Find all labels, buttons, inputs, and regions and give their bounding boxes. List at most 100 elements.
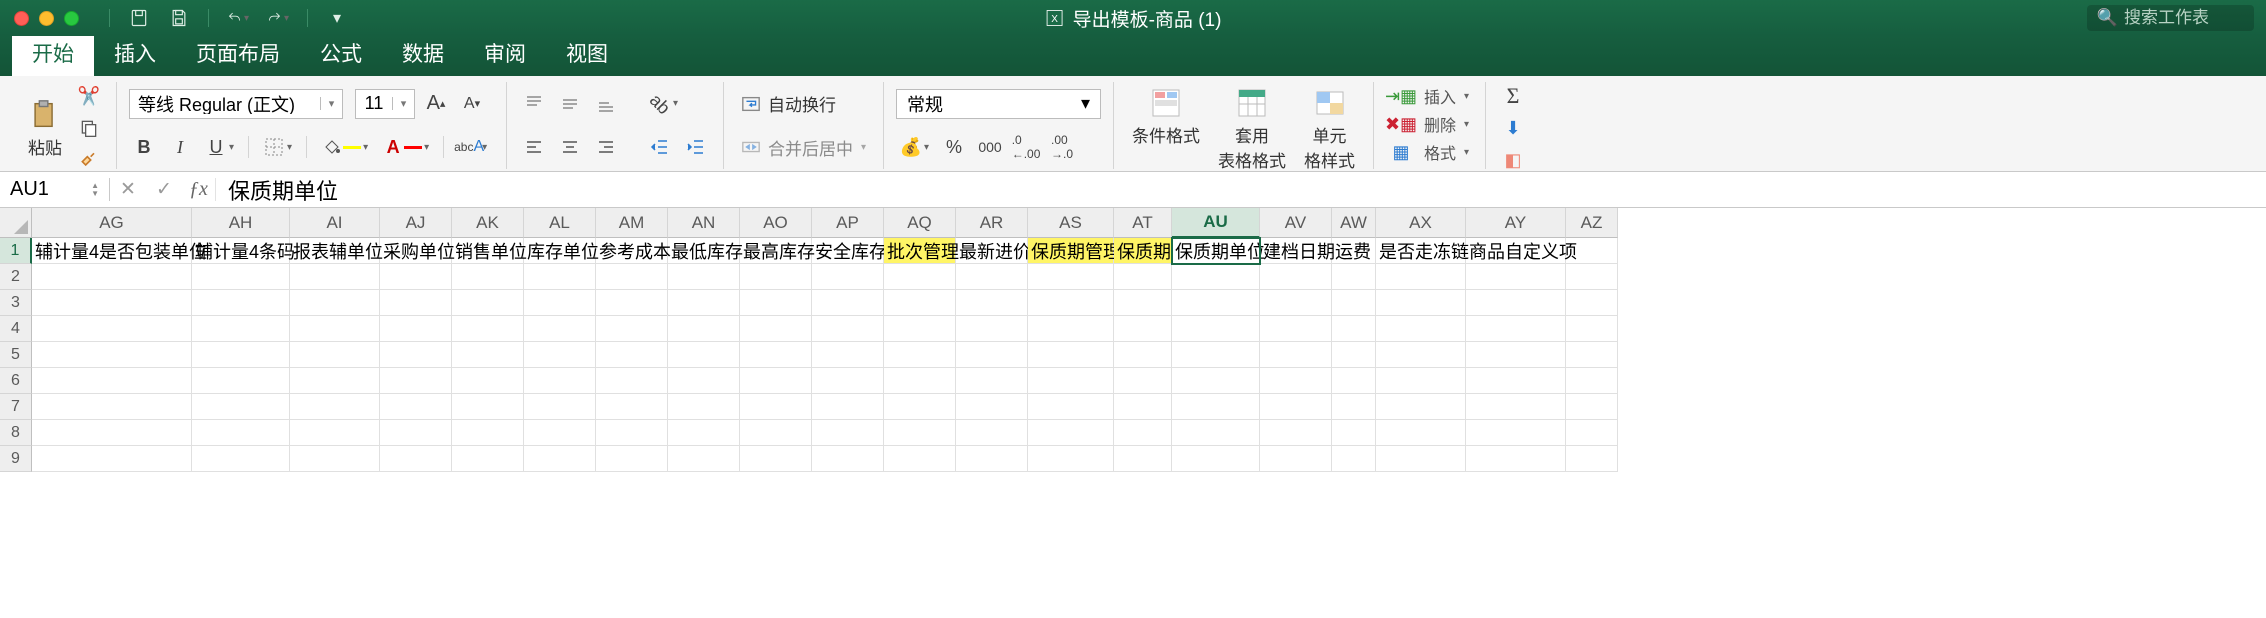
cell-AG3[interactable] (32, 290, 192, 316)
cell-AS7[interactable] (1028, 394, 1114, 420)
cell-AS5[interactable] (1028, 342, 1114, 368)
chevron-down-icon[interactable]: ▾ (392, 97, 414, 110)
italic-button[interactable]: I (165, 133, 195, 161)
autosave-icon[interactable] (128, 7, 150, 29)
cell-AV8[interactable] (1260, 420, 1332, 446)
format-painter-button[interactable] (74, 146, 104, 174)
cell-AJ6[interactable] (380, 368, 452, 394)
cell-AN8[interactable] (668, 420, 740, 446)
currency-button[interactable]: 💰▾ (896, 133, 933, 161)
cell-AU2[interactable] (1172, 264, 1260, 290)
cell-AR6[interactable] (956, 368, 1028, 394)
cell-AI7[interactable] (290, 394, 380, 420)
cell-AZ2[interactable] (1566, 264, 1618, 290)
percent-button[interactable]: % (939, 133, 969, 161)
cell-AX9[interactable] (1376, 446, 1466, 472)
bold-button[interactable]: B (129, 133, 159, 161)
cell-AR8[interactable] (956, 420, 1028, 446)
decrease-font-button[interactable]: A▾ (457, 90, 487, 118)
cell-AO2[interactable] (740, 264, 812, 290)
cell-AH6[interactable] (192, 368, 290, 394)
align-bottom-button[interactable] (591, 90, 621, 118)
cell-AQ2[interactable] (884, 264, 956, 290)
format-as-table-button[interactable]: 套用 表格格式 (1212, 82, 1292, 176)
cell-AX8[interactable] (1376, 420, 1466, 446)
cell-AZ9[interactable] (1566, 446, 1618, 472)
column-header-AG[interactable]: AG (32, 208, 192, 238)
cell-AI4[interactable] (290, 316, 380, 342)
cell-AP8[interactable] (812, 420, 884, 446)
cell-AU3[interactable] (1172, 290, 1260, 316)
chevron-down-icon[interactable]: ▾ (1071, 93, 1100, 114)
cell-AS4[interactable] (1028, 316, 1114, 342)
cell-AV9[interactable] (1260, 446, 1332, 472)
column-header-AI[interactable]: AI (290, 208, 380, 238)
cell-AU8[interactable] (1172, 420, 1260, 446)
cell-AL6[interactable] (524, 368, 596, 394)
cell-AK4[interactable] (452, 316, 524, 342)
clear-button[interactable]: ◧ (1498, 146, 1528, 174)
cell-AR1[interactable]: 最新进价 (956, 238, 1028, 264)
formula-value[interactable]: 保质期单位 (216, 174, 350, 206)
cell-AY6[interactable] (1466, 368, 1566, 394)
insert-cells-button[interactable]: ⇥▦插入▾ (1386, 82, 1473, 110)
cell-AP6[interactable] (812, 368, 884, 394)
cell-AN4[interactable] (668, 316, 740, 342)
cell-AM6[interactable] (596, 368, 668, 394)
select-all-corner[interactable] (0, 208, 32, 238)
cell-AG9[interactable] (32, 446, 192, 472)
cell-AO8[interactable] (740, 420, 812, 446)
cell-AG1[interactable]: 辅计量4是否包装单位 (32, 238, 192, 264)
column-header-AL[interactable]: AL (524, 208, 596, 238)
column-header-AZ[interactable]: AZ (1566, 208, 1618, 238)
cell-AJ3[interactable] (380, 290, 452, 316)
cell-AL9[interactable] (524, 446, 596, 472)
cell-AM1[interactable]: 参考成本 (596, 238, 668, 264)
cell-AR5[interactable] (956, 342, 1028, 368)
cell-AV3[interactable] (1260, 290, 1332, 316)
cut-button[interactable]: ✂️ (74, 82, 104, 110)
autosum-button[interactable]: Σ (1498, 82, 1528, 110)
cell-AY2[interactable] (1466, 264, 1566, 290)
cell-AW6[interactable] (1332, 368, 1376, 394)
cell-AQ7[interactable] (884, 394, 956, 420)
align-left-button[interactable] (519, 133, 549, 161)
delete-cells-button[interactable]: ✖▦删除▾ (1386, 110, 1473, 138)
cell-AH4[interactable] (192, 316, 290, 342)
cell-AP1[interactable]: 安全库存 (812, 238, 884, 264)
row-header-6[interactable]: 6 (0, 368, 32, 394)
cell-AT6[interactable] (1114, 368, 1172, 394)
borders-button[interactable]: ▾ (259, 133, 296, 161)
cell-AX5[interactable] (1376, 342, 1466, 368)
cell-AO5[interactable] (740, 342, 812, 368)
font-size-input[interactable] (356, 93, 392, 114)
column-header-AW[interactable]: AW (1332, 208, 1376, 238)
align-center-button[interactable] (555, 133, 585, 161)
cell-AJ1[interactable]: 采购单位 (380, 238, 452, 264)
cell-AV4[interactable] (1260, 316, 1332, 342)
redo-button[interactable]: ▾ (267, 7, 289, 29)
cell-AJ4[interactable] (380, 316, 452, 342)
save-icon[interactable] (168, 7, 190, 29)
cell-AM5[interactable] (596, 342, 668, 368)
zoom-window-button[interactable] (64, 11, 79, 26)
cell-AM8[interactable] (596, 420, 668, 446)
cell-styles-button[interactable]: 单元 格样式 (1298, 82, 1361, 176)
cell-AW3[interactable] (1332, 290, 1376, 316)
conditional-format-button[interactable]: 条件格式 (1126, 82, 1206, 151)
increase-decimal-button[interactable]: .0←.00 (1011, 133, 1041, 161)
row-header-3[interactable]: 3 (0, 290, 32, 316)
tab-开始[interactable]: 开始 (12, 30, 94, 76)
cell-AY1[interactable]: 商品自定义项 (1466, 238, 1566, 264)
align-right-button[interactable] (591, 133, 621, 161)
cell-AO4[interactable] (740, 316, 812, 342)
cell-AJ7[interactable] (380, 394, 452, 420)
cell-AX4[interactable] (1376, 316, 1466, 342)
cell-AM2[interactable] (596, 264, 668, 290)
cell-AW4[interactable] (1332, 316, 1376, 342)
cell-AJ9[interactable] (380, 446, 452, 472)
cell-AG4[interactable] (32, 316, 192, 342)
cell-AU7[interactable] (1172, 394, 1260, 420)
cell-AV2[interactable] (1260, 264, 1332, 290)
cell-AZ3[interactable] (1566, 290, 1618, 316)
